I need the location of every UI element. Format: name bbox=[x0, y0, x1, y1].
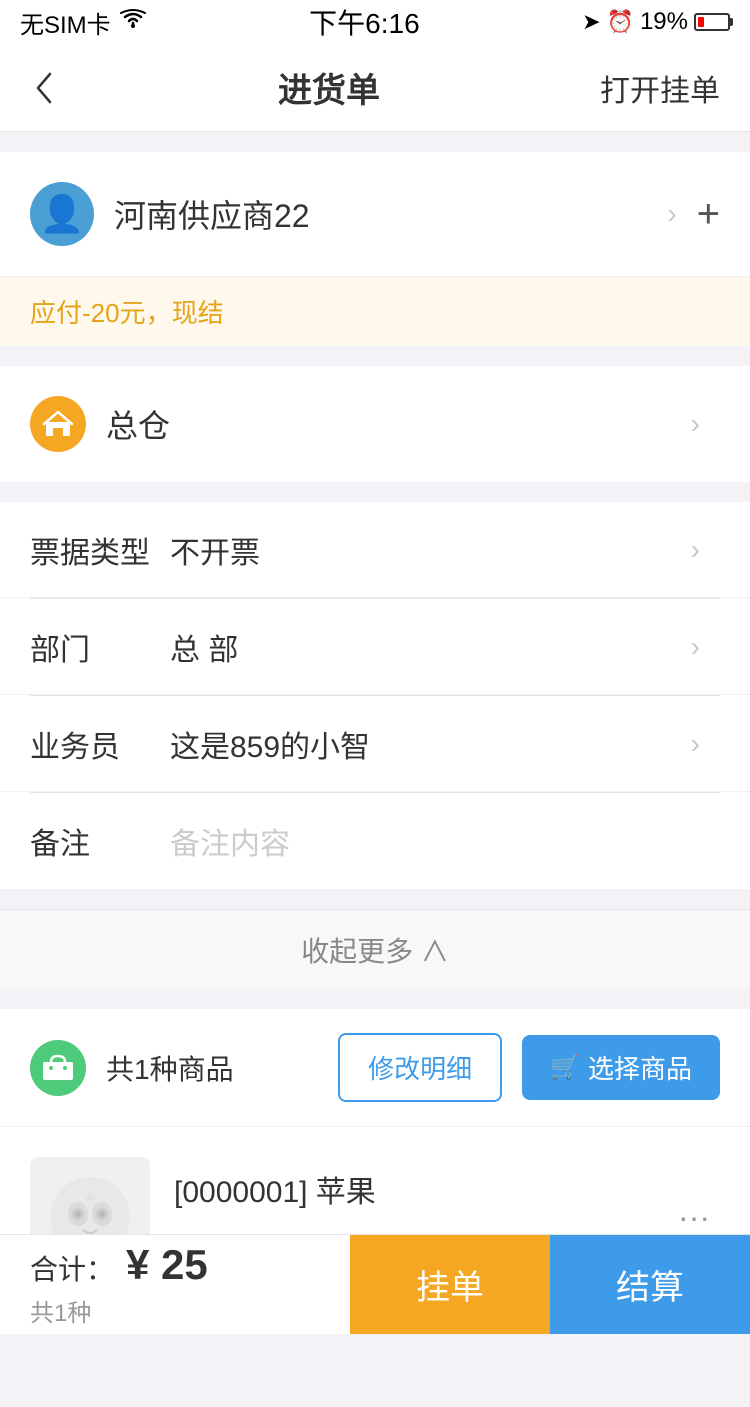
section-divider-1 bbox=[0, 132, 750, 152]
nav-bar: 进货单 打开挂单 bbox=[0, 44, 750, 132]
cart-icon: 🛒 bbox=[550, 1053, 580, 1082]
select-product-button[interactable]: 🛒 选择商品 bbox=[522, 1035, 720, 1100]
invoice-type-chevron-icon: › bbox=[691, 534, 700, 566]
status-time: 下午6:16 bbox=[309, 2, 420, 42]
products-count: 共1种商品 bbox=[106, 1048, 318, 1088]
battery-icon bbox=[694, 13, 730, 31]
warehouse-label: 总仓 bbox=[106, 401, 691, 447]
supplier-name: 河南供应商22 bbox=[114, 191, 667, 237]
open-pending-button[interactable]: 打开挂单 bbox=[600, 66, 720, 110]
bottom-bar: 合计： ¥ 25 共1种 挂单 结算 bbox=[0, 1234, 750, 1334]
invoice-type-label: 票据类型 bbox=[30, 528, 170, 572]
department-chevron-icon: › bbox=[691, 631, 700, 663]
page-title: 进货单 bbox=[278, 63, 380, 112]
remark-row[interactable]: 备注 备注内容 bbox=[0, 793, 750, 889]
select-product-label: 选择商品 bbox=[588, 1049, 692, 1086]
product-code: [0000001] bbox=[174, 1176, 316, 1209]
salesperson-chevron-icon: › bbox=[691, 728, 700, 760]
total-count: 共1种 bbox=[30, 1293, 320, 1328]
remark-placeholder[interactable]: 备注内容 bbox=[170, 819, 720, 863]
total-row: 合计： ¥ 25 bbox=[30, 1241, 320, 1289]
status-signal: 无SIM卡 bbox=[20, 5, 147, 40]
battery-percent: 19% bbox=[640, 8, 688, 36]
invoice-type-value: 不开票 bbox=[170, 528, 691, 572]
total-amount: ¥ 25 bbox=[126, 1241, 208, 1289]
salesperson-label: 业务员 bbox=[30, 722, 170, 766]
form-section: 票据类型 不开票 › 部门 总 部 › 业务员 这是859的小智 › 备注 备注… bbox=[0, 502, 750, 889]
back-button[interactable] bbox=[30, 66, 58, 110]
product-name: [0000001] 苹果 bbox=[174, 1167, 644, 1211]
warehouse-section[interactable]: 总仓 › bbox=[0, 366, 750, 482]
product-title: 苹果 bbox=[316, 1176, 376, 1209]
department-label: 部门 bbox=[30, 625, 170, 669]
suspend-button[interactable]: 挂单 bbox=[350, 1235, 550, 1334]
invoice-type-row[interactable]: 票据类型 不开票 › bbox=[0, 502, 750, 598]
supplier-section: 👤 河南供应商22 › + 应付-20元，现结 bbox=[0, 152, 750, 346]
supplier-chevron-icon: › bbox=[667, 198, 676, 230]
collapse-label: 收起更多 ∧ bbox=[301, 930, 449, 970]
supplier-hint: 应付-20元，现结 bbox=[0, 277, 750, 346]
products-icon bbox=[30, 1040, 86, 1096]
salesperson-value: 这是859的小智 bbox=[170, 722, 691, 766]
total-label: 合计： bbox=[30, 1248, 114, 1288]
checkout-button[interactable]: 结算 bbox=[550, 1235, 750, 1334]
warehouse-chevron-icon: › bbox=[691, 408, 700, 440]
location-icon: ➤ bbox=[582, 9, 600, 35]
status-indicators: ➤ ⏰ 19% bbox=[582, 8, 730, 36]
status-bar: 无SIM卡 下午6:16 ➤ ⏰ 19% bbox=[0, 0, 750, 44]
remark-label: 备注 bbox=[30, 819, 170, 863]
edit-detail-button[interactable]: 修改明细 bbox=[338, 1033, 502, 1102]
no-sim-label: 无SIM卡 bbox=[20, 5, 111, 40]
alarm-icon: ⏰ bbox=[607, 9, 634, 35]
supplier-avatar: 👤 bbox=[30, 182, 94, 246]
salesperson-row[interactable]: 业务员 这是859的小智 › bbox=[0, 696, 750, 792]
bottom-total: 合计： ¥ 25 共1种 bbox=[0, 1235, 350, 1334]
wifi-icon bbox=[119, 8, 147, 36]
person-icon: 👤 bbox=[40, 193, 85, 235]
add-supplier-button[interactable]: + bbox=[697, 192, 720, 237]
supplier-row[interactable]: 👤 河南供应商22 › + bbox=[0, 152, 750, 277]
department-value: 总 部 bbox=[170, 625, 691, 669]
department-row[interactable]: 部门 总 部 › bbox=[0, 599, 750, 695]
products-header: 共1种商品 修改明细 🛒 选择商品 bbox=[0, 1009, 750, 1127]
collapse-button[interactable]: 收起更多 ∧ bbox=[0, 909, 750, 989]
warehouse-icon bbox=[30, 396, 86, 452]
